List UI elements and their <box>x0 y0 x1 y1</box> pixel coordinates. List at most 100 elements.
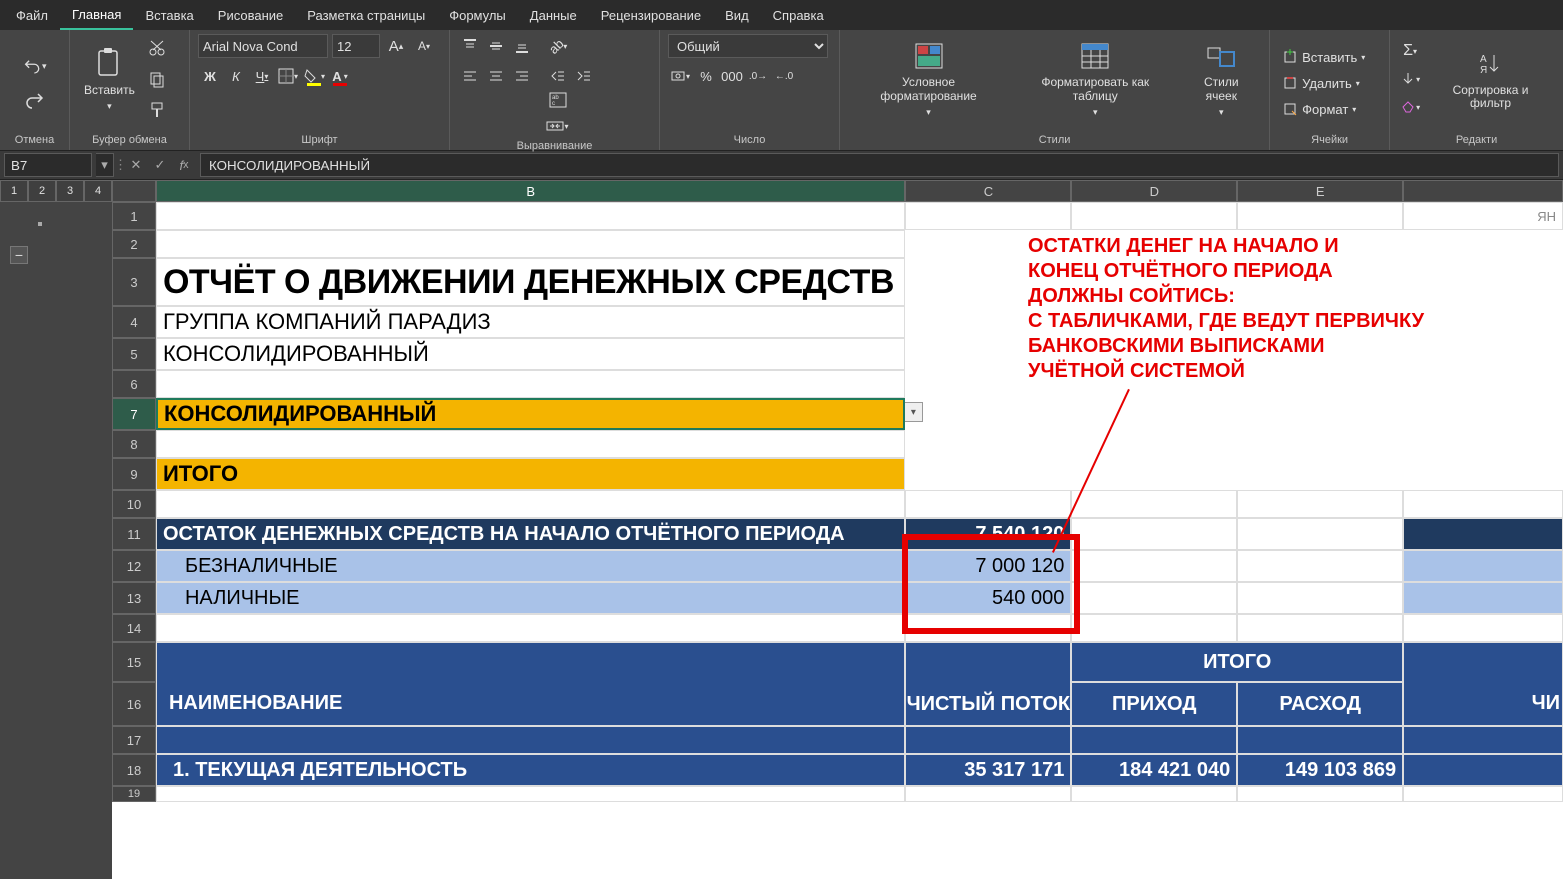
row-header-8[interactable]: 8 <box>112 430 156 458</box>
cell-styles-button[interactable]: Стили ячеек▾ <box>1181 34 1261 124</box>
align-left-button[interactable] <box>458 64 482 88</box>
cell-section-1[interactable]: 1. ТЕКУЩАЯ ДЕЯТЕЛЬНОСТЬ <box>156 754 905 786</box>
row-header-12[interactable]: 12 <box>112 550 156 582</box>
align-middle-button[interactable] <box>484 34 508 58</box>
cell-section-1-expense[interactable]: 149 103 869 <box>1237 754 1403 786</box>
name-box-dropdown[interactable]: ▾ <box>96 153 114 177</box>
cell-col-flow[interactable] <box>905 642 1071 682</box>
col-header-f[interactable] <box>1403 180 1563 202</box>
cell-subtitle-2[interactable]: КОНСОЛИДИРОВАННЫЙ <box>156 338 905 370</box>
cell-itogo[interactable]: ИТОГО <box>156 458 905 490</box>
menu-review[interactable]: Рецензирование <box>589 2 713 29</box>
menu-draw[interactable]: Рисование <box>206 2 295 29</box>
row-header-13[interactable]: 13 <box>112 582 156 614</box>
merge-center-button[interactable]: ▾ <box>464 114 651 138</box>
row-header-18[interactable]: 18 <box>112 754 156 786</box>
row-header-7[interactable]: 7 <box>112 398 156 430</box>
select-all-corner[interactable] <box>112 180 156 202</box>
accept-formula-button[interactable]: ✓ <box>148 153 172 177</box>
cell-col-income[interactable]: ПРИХОД <box>1071 682 1237 726</box>
font-size-select[interactable] <box>332 34 380 58</box>
row-header-16[interactable]: 16 <box>112 682 156 726</box>
col-header-d[interactable]: D <box>1071 180 1237 202</box>
cell-dropdown-button[interactable]: ▾ <box>905 402 923 422</box>
clear-button[interactable]: ▾ <box>1398 95 1422 119</box>
cell-col-name[interactable] <box>156 642 905 682</box>
cell-balance-start-value[interactable]: 7 540 120 <box>905 518 1071 550</box>
cell-subtitle-1[interactable]: ГРУППА КОМПАНИЙ ПАРАДИЗ <box>156 306 905 338</box>
borders-button[interactable]: ▾ <box>276 64 300 88</box>
decrease-font-button[interactable]: A▾ <box>412 34 436 58</box>
redo-button[interactable] <box>23 88 47 112</box>
row-header-17[interactable]: 17 <box>112 726 156 754</box>
currency-button[interactable]: ▾ <box>668 64 692 88</box>
decrease-decimal-button[interactable]: ←.0 <box>772 64 796 88</box>
col-header-b[interactable]: B <box>156 180 905 202</box>
outline-level-3[interactable]: 3 <box>56 180 84 202</box>
fill-color-button[interactable]: ▾ <box>302 64 326 88</box>
menu-data[interactable]: Данные <box>518 2 589 29</box>
col-header-e[interactable]: E <box>1237 180 1403 202</box>
align-top-button[interactable] <box>458 34 482 58</box>
increase-decimal-button[interactable]: .0→ <box>746 64 770 88</box>
row-header-4[interactable]: 4 <box>112 306 156 338</box>
menu-formulas[interactable]: Формулы <box>437 2 518 29</box>
menu-home[interactable]: Главная <box>60 1 133 30</box>
menu-file[interactable]: Файл <box>4 2 60 29</box>
cell-section-1-flow[interactable]: 35 317 171 <box>905 754 1071 786</box>
align-bottom-button[interactable] <box>510 34 534 58</box>
row-header-14[interactable]: 14 <box>112 614 156 642</box>
cell-noncash-label[interactable]: БЕЗНАЛИЧНЫЕ <box>156 550 905 582</box>
bold-button[interactable]: Ж <box>198 64 222 88</box>
format-cells-button[interactable]: Формат▾ <box>1278 97 1360 121</box>
conditional-formatting-button[interactable]: Условное форматирование▾ <box>848 34 1009 124</box>
undo-button[interactable]: ▾ <box>23 54 47 78</box>
col-header-c[interactable]: C <box>905 180 1071 202</box>
cell-b1[interactable] <box>156 202 905 230</box>
row-header-15[interactable]: 15 <box>112 642 156 682</box>
menu-insert[interactable]: Вставка <box>133 2 205 29</box>
cell-col-expense[interactable]: РАСХОД <box>1237 682 1403 726</box>
sort-filter-button[interactable]: АЯ Сортировка и фильтр <box>1426 34 1555 124</box>
row-header-10[interactable]: 10 <box>112 490 156 518</box>
cell-noncash-value[interactable]: 7 000 120 <box>905 550 1071 582</box>
format-as-table-button[interactable]: Форматировать как таблицу▾ <box>1013 34 1177 124</box>
cancel-formula-button[interactable]: ✕ <box>124 153 148 177</box>
outline-level-1[interactable]: 1 <box>0 180 28 202</box>
align-center-button[interactable] <box>484 64 508 88</box>
name-box[interactable] <box>4 153 92 177</box>
row-header-11[interactable]: 11 <box>112 518 156 550</box>
row-header-5[interactable]: 5 <box>112 338 156 370</box>
comma-button[interactable]: 000 <box>720 64 744 88</box>
formula-input[interactable] <box>200 153 1559 177</box>
row-header-2[interactable]: 2 <box>112 230 156 258</box>
percent-button[interactable]: % <box>694 64 718 88</box>
menu-view[interactable]: Вид <box>713 2 761 29</box>
fill-button[interactable]: ▾ <box>1398 67 1422 91</box>
cell-section-1-income[interactable]: 184 421 040 <box>1071 754 1237 786</box>
menu-help[interactable]: Справка <box>761 2 836 29</box>
cell-balance-start-label[interactable]: ОСТАТОК ДЕНЕЖНЫХ СРЕДСТВ НА НАЧАЛО ОТЧЁТ… <box>156 518 905 550</box>
align-right-button[interactable] <box>510 64 534 88</box>
cell-title[interactable]: ОТЧЁТ О ДВИЖЕНИИ ДЕНЕЖНЫХ СРЕДСТВ <box>156 258 905 306</box>
insert-function-button[interactable]: fx <box>172 153 196 177</box>
copy-button[interactable] <box>145 67 169 91</box>
row-header-6[interactable]: 6 <box>112 370 156 398</box>
font-name-select[interactable] <box>198 34 328 58</box>
number-format-select[interactable]: Общий <box>668 34 828 58</box>
cut-button[interactable] <box>145 36 169 60</box>
outline-collapse-button[interactable]: − <box>10 246 28 264</box>
underline-button[interactable]: Ч▾ <box>250 64 274 88</box>
increase-font-button[interactable]: A▴ <box>384 34 408 58</box>
delete-cells-button[interactable]: Удалить▾ <box>1278 71 1364 95</box>
outline-level-4[interactable]: 4 <box>84 180 112 202</box>
italic-button[interactable]: К <box>224 64 248 88</box>
format-painter-button[interactable] <box>145 98 169 122</box>
cell-cash-label[interactable]: НАЛИЧНЫЕ <box>156 582 905 614</box>
font-color-button[interactable]: А▾ <box>328 64 352 88</box>
autosum-button[interactable]: Σ▾ <box>1398 39 1422 63</box>
wrap-text-button[interactable]: abc <box>464 88 651 112</box>
paste-button[interactable]: Вставить ▾ <box>78 34 141 124</box>
decrease-indent-button[interactable] <box>546 64 570 88</box>
row-header-19[interactable]: 19 <box>112 786 156 802</box>
